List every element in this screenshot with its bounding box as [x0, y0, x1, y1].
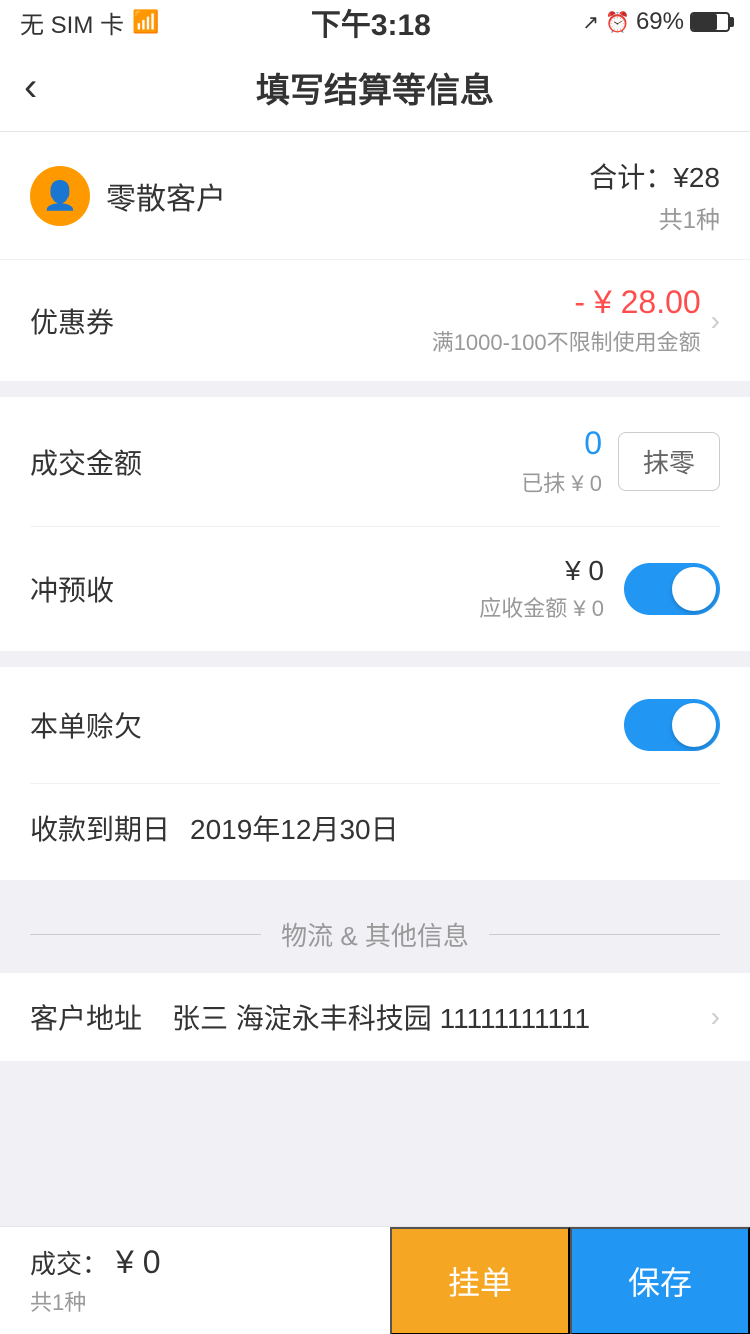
coupon-row[interactable]: 优惠券 - ¥ 28.00 满1000-100不限制使用金额 › — [0, 259, 750, 381]
battery-icon — [690, 12, 730, 32]
logistics-line-left — [30, 934, 261, 935]
status-right: ↗ ⏰ 69% — [582, 8, 730, 36]
nav-bar: ‹ 填写结算等信息 — [0, 44, 750, 132]
coupon-label: 优惠券 — [30, 301, 114, 341]
total-amount: 合计：¥28 — [589, 156, 720, 196]
avatar-icon: 👤 — [43, 179, 78, 212]
address-value: 张三 海淀永丰科技园 11111111111 — [172, 997, 701, 1037]
back-button[interactable]: ‹ — [24, 65, 37, 110]
logistics-section: 物流 & 其他信息 — [0, 896, 750, 973]
address-section[interactable]: 客户地址 张三 海淀永丰科技园 11111111111 › — [0, 973, 750, 1061]
address-row: 客户地址 张三 海淀永丰科技园 11111111111 › — [30, 997, 720, 1037]
transaction-row: 成交金额 已抹 ¥ 0 抹零 — [30, 397, 720, 527]
bottom-deal-amount: ¥ 0 — [116, 1244, 160, 1281]
round-zero-button[interactable]: 抹零 — [618, 432, 720, 491]
debt-label: 本单赊欠 — [30, 705, 142, 745]
debt-row: 本单赊欠 — [30, 667, 720, 783]
transaction-sub: 已抹 ¥ 0 — [182, 466, 602, 498]
bottom-deal-row: 成交： ¥ 0 — [30, 1244, 360, 1281]
transaction-section: 成交金额 已抹 ¥ 0 抹零 冲预收 ¥ 0 应收金额 ¥ 0 — [0, 397, 750, 651]
advance-row: 冲预收 ¥ 0 应收金额 ¥ 0 — [30, 527, 720, 651]
no-sim-text: 无 SIM 卡 — [20, 5, 124, 40]
chevron-right-icon: › — [711, 305, 720, 337]
advance-label: 冲预收 — [30, 569, 114, 609]
bottom-summary: 成交： ¥ 0 共1种 — [0, 1244, 390, 1317]
address-label: 客户地址 — [30, 997, 142, 1037]
avatar: 👤 — [30, 166, 90, 226]
page-title: 填写结算等信息 — [256, 63, 494, 112]
logistics-title: 物流 & 其他信息 — [281, 916, 469, 953]
due-date-value: 2019年12月30日 — [190, 808, 399, 848]
customer-section: 👤 零散客户 合计：¥28 共1种 优惠券 - ¥ 28.00 满1000-10… — [0, 132, 750, 381]
debt-toggle[interactable] — [624, 699, 720, 751]
due-date-label: 收款到期日 — [30, 808, 170, 848]
advance-toggle[interactable] — [624, 563, 720, 615]
coupon-amount: - ¥ 28.00 — [432, 284, 701, 321]
coupon-desc: 满1000-100不限制使用金额 — [432, 325, 701, 357]
advance-right: ¥ 0 应收金额 ¥ 0 — [479, 555, 720, 623]
customer-left: 👤 零散客户 — [30, 166, 226, 226]
total-count: 共1种 — [589, 200, 720, 235]
status-bar: 无 SIM 卡 📶 下午3:18 ↗ ⏰ 69% — [0, 0, 750, 44]
bottom-bar: 成交： ¥ 0 共1种 挂单 保存 — [0, 1226, 750, 1334]
battery-percent: 69% — [636, 8, 684, 36]
advance-toggle-knob — [672, 567, 716, 611]
transaction-label: 成交金额 — [30, 442, 142, 482]
transaction-right: 已抹 ¥ 0 抹零 — [182, 425, 720, 498]
customer-name: 零散客户 — [106, 174, 226, 218]
location-icon: ↗ — [582, 10, 599, 35]
due-date-row: 收款到期日 2019年12月30日 — [30, 783, 720, 880]
address-chevron-icon: › — [711, 1001, 720, 1033]
back-icon: ‹ — [24, 65, 37, 109]
save-button[interactable]: 保存 — [570, 1227, 750, 1334]
debt-toggle-knob — [672, 703, 716, 747]
customer-row: 👤 零散客户 合计：¥28 共1种 — [0, 132, 750, 259]
logistics-header: 物流 & 其他信息 — [0, 896, 750, 973]
alarm-icon: ⏰ — [605, 10, 630, 35]
pending-button[interactable]: 挂单 — [390, 1227, 570, 1334]
transaction-input[interactable] — [182, 425, 602, 462]
status-left: 无 SIM 卡 📶 — [20, 5, 159, 40]
bottom-count: 共1种 — [30, 1285, 360, 1317]
advance-amount: ¥ 0 — [479, 555, 604, 587]
customer-right: 合计：¥28 共1种 — [589, 156, 720, 235]
bottom-deal-label: 成交： — [30, 1244, 108, 1281]
logistics-line-right — [489, 934, 720, 935]
advance-sub: 应收金额 ¥ 0 — [479, 591, 604, 623]
wifi-icon: 📶 — [132, 9, 159, 35]
coupon-right: - ¥ 28.00 满1000-100不限制使用金额 › — [432, 284, 720, 357]
debt-section: 本单赊欠 收款到期日 2019年12月30日 — [0, 667, 750, 880]
content: 👤 零散客户 合计：¥28 共1种 优惠券 - ¥ 28.00 满1000-10… — [0, 132, 750, 1221]
status-time: 下午3:18 — [311, 0, 431, 44]
